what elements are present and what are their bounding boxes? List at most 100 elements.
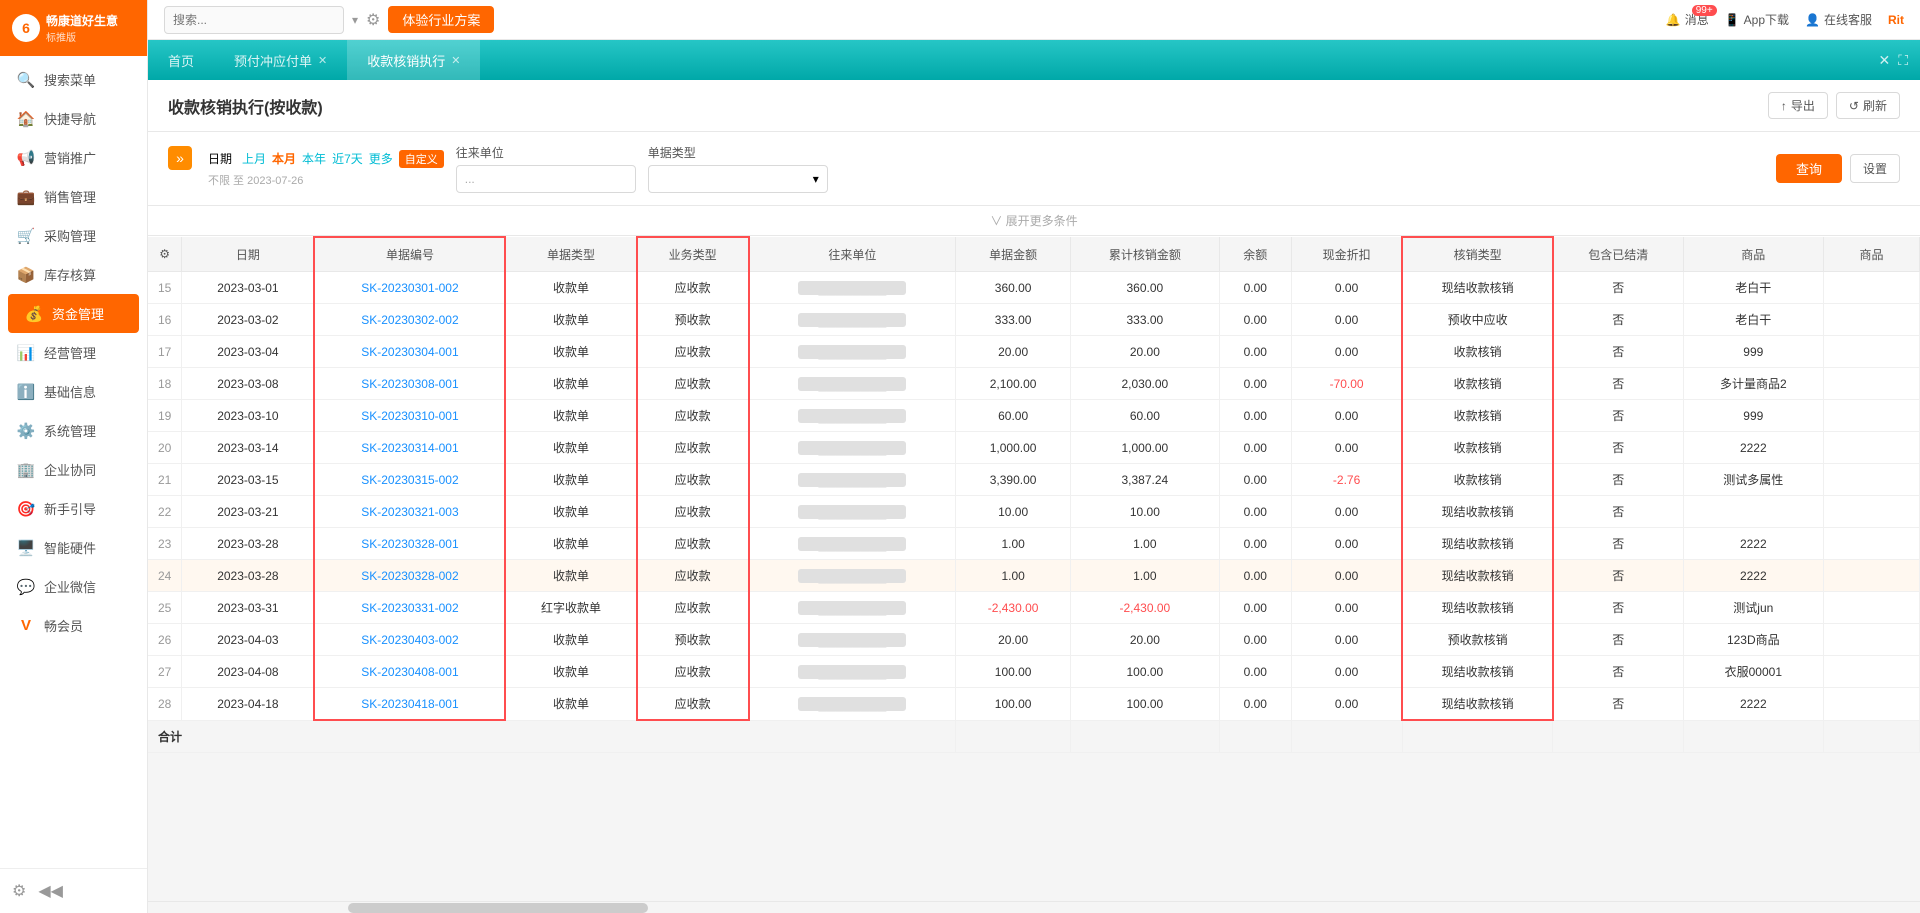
sidebar-item-hardware[interactable]: 🖥️ 智能硬件: [0, 528, 147, 567]
sn-link[interactable]: SK-20230304-001: [361, 345, 458, 359]
sidebar-item-quicknav[interactable]: 🏠 快捷导航: [0, 99, 147, 138]
cell-discount: 0.00: [1291, 336, 1402, 368]
sn-link[interactable]: SK-20230408-001: [361, 665, 458, 679]
sn-link[interactable]: SK-20230403-002: [361, 633, 458, 647]
col-discount-header: 现金折扣: [1291, 237, 1402, 272]
cell-no: 16: [148, 304, 182, 336]
sidebar-item-search[interactable]: 🔍 搜索菜单: [0, 60, 147, 99]
sidebar-item-operation[interactable]: 📊 经营管理: [0, 333, 147, 372]
app-download-btn[interactable]: 📱 App下载: [1725, 11, 1789, 28]
cell-goods2: [1823, 560, 1919, 592]
last7days-btn[interactable]: 近7天: [332, 150, 363, 167]
this-month-btn[interactable]: 本月: [272, 150, 296, 167]
sidebar-item-corp[interactable]: 🏢 企业协同: [0, 450, 147, 489]
close-window-icon[interactable]: ✕: [1878, 52, 1890, 69]
filter-toggle-btn[interactable]: »: [168, 146, 192, 170]
sidebar-item-guide[interactable]: 🎯 新手引导: [0, 489, 147, 528]
sn-link[interactable]: SK-20230315-002: [361, 473, 458, 487]
cell-included: 否: [1553, 464, 1683, 496]
sn-link[interactable]: SK-20230314-001: [361, 441, 458, 455]
sidebar-item-label: 系统管理: [44, 421, 96, 440]
custom-date-btn[interactable]: 自定义: [399, 150, 444, 168]
sn-link[interactable]: SK-20230418-001: [361, 697, 458, 711]
cell-biz-type: 应收款: [637, 368, 749, 400]
dropdown-arrow-icon[interactable]: ▾: [352, 13, 358, 27]
sidebar-item-basic[interactable]: ℹ️ 基础信息: [0, 372, 147, 411]
industry-btn[interactable]: 体验行业方案: [388, 6, 494, 33]
close-tab1-icon[interactable]: ✕: [318, 54, 327, 67]
cell-balance: 0.00: [1219, 304, 1291, 336]
user-account[interactable]: Rit: [1888, 13, 1904, 27]
cell-discount: -70.00: [1291, 368, 1402, 400]
cell-verify-type: 现结收款核销: [1402, 688, 1552, 721]
cell-partner: ████████: [749, 592, 956, 624]
last-month-btn[interactable]: 上月: [242, 150, 266, 167]
sn-link[interactable]: SK-20230331-002: [361, 601, 458, 615]
query-btn[interactable]: 查询: [1776, 154, 1842, 183]
col-sn-header: 单据编号: [314, 237, 505, 272]
cell-included: 否: [1553, 432, 1683, 464]
sidebar-bottom: ⚙ ◀◀: [0, 868, 147, 913]
setting-btn[interactable]: 设置: [1850, 154, 1900, 183]
notification-btn[interactable]: 🔔 消息 99+: [1666, 11, 1709, 28]
close-tab2-icon[interactable]: ✕: [451, 54, 460, 67]
cell-accum: 60.00: [1070, 400, 1219, 432]
cell-amount: 10.00: [956, 496, 1071, 528]
export-btn[interactable]: ↑ 导出: [1768, 92, 1828, 119]
topbar-gear-icon[interactable]: ⚙: [366, 10, 380, 30]
topbar-search-input[interactable]: [164, 6, 344, 34]
online-service-btn[interactable]: 👤 在线客服: [1805, 11, 1872, 28]
this-year-btn[interactable]: 本年: [302, 150, 326, 167]
sidebar-item-sales[interactable]: 💼 销售管理: [0, 177, 147, 216]
col-gear-icon[interactable]: ⚙: [148, 237, 182, 272]
tab-prepay[interactable]: 预付冲应付单 ✕: [214, 40, 347, 80]
sidebar-item-marketing[interactable]: 📢 营销推广: [0, 138, 147, 177]
sn-link[interactable]: SK-20230321-003: [361, 505, 458, 519]
cell-discount: 0.00: [1291, 688, 1402, 721]
sidebar-item-label: 基础信息: [44, 382, 96, 401]
sidebar-item-purchase[interactable]: 🛒 采购管理: [0, 216, 147, 255]
expand-more-btn[interactable]: ∨ 展开更多条件: [148, 206, 1920, 236]
cell-partner: ████████: [749, 624, 956, 656]
sidebar-item-fund[interactable]: 💰 资金管理: [8, 294, 139, 333]
refresh-btn[interactable]: ↺ 刷新: [1836, 92, 1900, 119]
maximize-icon[interactable]: ⛶: [1898, 52, 1908, 69]
cell-included: 否: [1553, 368, 1683, 400]
tab-home[interactable]: 首页: [148, 40, 214, 80]
cell-goods1: 999: [1683, 336, 1823, 368]
cell-bill-type: 收款单: [505, 688, 636, 721]
sn-link[interactable]: SK-20230328-002: [361, 569, 458, 583]
scrollbar-thumb[interactable]: [348, 903, 648, 913]
sn-link[interactable]: SK-20230310-001: [361, 409, 458, 423]
horizontal-scrollbar[interactable]: [148, 901, 1920, 913]
sn-link[interactable]: SK-20230328-001: [361, 537, 458, 551]
partner-input[interactable]: ...: [456, 165, 636, 193]
footer-verify-type: [1402, 720, 1552, 753]
cell-discount: 0.00: [1291, 304, 1402, 336]
sidebar-item-wechat[interactable]: 💬 企业微信: [0, 567, 147, 606]
sn-link[interactable]: SK-20230302-002: [361, 313, 458, 327]
cell-goods1: 老白干: [1683, 304, 1823, 336]
cell-amount: 1.00: [956, 560, 1071, 592]
cell-biz-type: 预收款: [637, 304, 749, 336]
bell-icon: 🔔: [1666, 13, 1681, 27]
cell-included: 否: [1553, 624, 1683, 656]
cell-no: 19: [148, 400, 182, 432]
more-date-btn[interactable]: 更多: [369, 150, 393, 167]
sidebar-item-member[interactable]: V 畅会员: [0, 606, 147, 645]
sidebar-item-inventory[interactable]: 📦 库存核算: [0, 255, 147, 294]
settings-icon[interactable]: ⚙: [12, 881, 26, 901]
collapse-icon[interactable]: ◀◀: [38, 881, 63, 901]
sn-link[interactable]: SK-20230301-002: [361, 281, 458, 295]
cell-discount: -2.76: [1291, 464, 1402, 496]
cell-sn: SK-20230408-001: [314, 656, 505, 688]
sn-link[interactable]: SK-20230308-001: [361, 377, 458, 391]
sidebar-item-system[interactable]: ⚙️ 系统管理: [0, 411, 147, 450]
cell-bill-type: 收款单: [505, 272, 636, 304]
bill-type-select[interactable]: ▾: [648, 165, 828, 193]
partner-filter-group: 往来单位 ...: [456, 144, 636, 193]
tab-verify[interactable]: 收款核销执行 ✕: [347, 40, 480, 80]
topbar-left: ▾ ⚙ 体验行业方案: [164, 6, 1654, 34]
sidebar-item-label: 经营管理: [44, 343, 96, 362]
cell-amount: 3,390.00: [956, 464, 1071, 496]
